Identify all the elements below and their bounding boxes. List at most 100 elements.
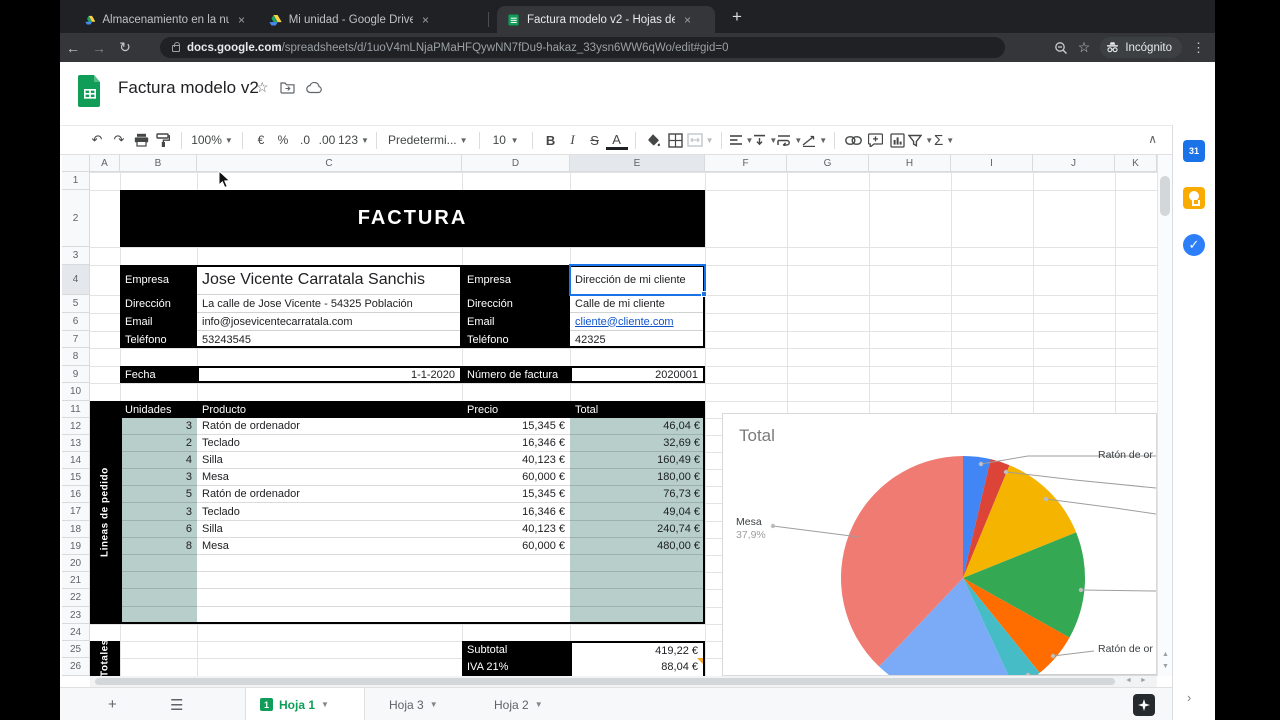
browser-tab[interactable]: Almacenamiento en la nube pa ×	[75, 6, 253, 33]
text-color-icon[interactable]: A	[605, 132, 628, 150]
row-header-10[interactable]: 10	[62, 383, 90, 401]
row-header-7[interactable]: 7	[62, 331, 90, 348]
row-header-20[interactable]: 20	[62, 555, 90, 572]
url-bar[interactable]: docs.google.com/spreadsheets/d/1uoV4mLNj…	[160, 37, 1005, 58]
total-value[interactable]: 419,22 €	[570, 641, 705, 658]
sheet-tab-menu-icon[interactable]: ▼	[430, 700, 438, 709]
item-total[interactable]: 240,74 €	[570, 521, 705, 538]
item-unidades[interactable]	[120, 572, 197, 589]
sheet-tab-menu-icon[interactable]: ▼	[535, 700, 543, 709]
text-wrap-icon[interactable]: ▼	[777, 128, 802, 152]
item-precio[interactable]: 60,000 €	[462, 469, 570, 486]
undo-icon[interactable]: ↶	[86, 128, 108, 152]
fecha-value[interactable]: 1-1-2020	[197, 366, 462, 383]
col-header-H[interactable]: H	[869, 155, 951, 172]
browser-tab[interactable]: Factura modelo v2 - Hojas de c ×	[497, 6, 715, 33]
row-header-6[interactable]: 6	[62, 313, 90, 331]
row-header-16[interactable]: 16	[62, 486, 90, 503]
item-precio[interactable]: 15,345 €	[462, 418, 570, 435]
fill-color-icon[interactable]	[643, 128, 665, 152]
close-tab-icon[interactable]: ×	[684, 13, 691, 27]
item-total[interactable]: 480,00 €	[570, 538, 705, 555]
item-total[interactable]	[570, 589, 705, 607]
item-unidades[interactable]	[120, 589, 197, 607]
item-precio[interactable]: 16,346 €	[462, 503, 570, 521]
insert-chart-icon[interactable]	[886, 128, 908, 152]
item-unidades[interactable]: 3	[120, 418, 197, 435]
forward-icon[interactable]: →	[86, 40, 112, 56]
item-unidades[interactable]	[120, 555, 197, 572]
item-unidades[interactable]: 3	[120, 469, 197, 486]
row-header-21[interactable]: 21	[62, 572, 90, 589]
item-producto[interactable]	[197, 589, 462, 607]
zoom-select[interactable]: 100% ▼	[189, 128, 235, 152]
borders-icon[interactable]	[665, 128, 687, 152]
grid-corner[interactable]	[62, 155, 90, 172]
col-header-F[interactable]: F	[705, 155, 787, 172]
reload-icon[interactable]: ↻	[112, 39, 138, 56]
doc-title[interactable]: Factura modelo v2	[118, 78, 259, 98]
item-unidades[interactable]: 3	[120, 503, 197, 521]
col-header-D[interactable]: D	[462, 155, 570, 172]
item-total[interactable]: 49,04 €	[570, 503, 705, 521]
row-header-19[interactable]: 19	[62, 538, 90, 555]
row-header-12[interactable]: 12	[62, 418, 90, 435]
total-value[interactable]: 88,04 €	[570, 658, 705, 676]
insert-comment-icon[interactable]	[864, 128, 886, 152]
sheet-tab-menu-icon[interactable]: ▼	[321, 700, 329, 709]
item-producto[interactable]	[197, 572, 462, 589]
item-producto[interactable]: Silla	[197, 521, 462, 538]
seller-value[interactable]: La calle de Jose Vicente - 54325 Poblaci…	[197, 295, 462, 313]
item-total[interactable]: 180,00 €	[570, 469, 705, 486]
item-unidades[interactable]: 5	[120, 486, 197, 503]
all-sheets-icon[interactable]: ☰	[170, 696, 183, 714]
item-producto[interactable]: Silla	[197, 452, 462, 469]
row-header-8[interactable]: 8	[62, 348, 90, 366]
item-precio[interactable]: 60,000 €	[462, 538, 570, 555]
row-header-17[interactable]: 17	[62, 503, 90, 521]
client-value[interactable]: cliente@cliente.com	[570, 313, 705, 331]
item-producto[interactable]: Mesa	[197, 538, 462, 555]
item-total[interactable]: 46,04 €	[570, 418, 705, 435]
col-header-A[interactable]: A	[90, 155, 120, 172]
back-icon[interactable]: ←	[60, 40, 86, 56]
seller-value[interactable]: 53243545	[197, 331, 462, 348]
text-rotation-icon[interactable]: ▼	[802, 128, 827, 152]
paint-format-icon[interactable]	[152, 128, 174, 152]
format-currency-icon[interactable]: €	[250, 128, 272, 152]
selection-fill-handle[interactable]	[701, 291, 707, 297]
sheet-tab-hoja2[interactable]: Hoja 2 ▼	[480, 688, 575, 720]
embedded-chart[interactable]: Total Ratón de or Ratón de or Mesa 37,9%	[722, 413, 1157, 676]
row-header-18[interactable]: 18	[62, 521, 90, 538]
item-unidades[interactable]: 6	[120, 521, 197, 538]
item-unidades[interactable]: 2	[120, 435, 197, 452]
bookmark-star-icon[interactable]: ☆	[1078, 39, 1091, 56]
col-header-J[interactable]: J	[1033, 155, 1115, 172]
item-unidades[interactable]: 8	[120, 538, 197, 555]
row-header-26[interactable]: 26	[62, 658, 90, 676]
horizontal-align-icon[interactable]: ▼	[729, 128, 753, 152]
zoom-out-icon[interactable]	[1054, 41, 1068, 55]
item-producto[interactable]	[197, 555, 462, 572]
scroll-down-icon[interactable]: ▼	[1162, 663, 1169, 670]
item-precio[interactable]: 40,123 €	[462, 452, 570, 469]
increase-decimals-icon[interactable]: .00	[316, 128, 338, 152]
sheet-tab-hoja3[interactable]: Hoja 3 ▼	[375, 688, 470, 720]
item-precio[interactable]	[462, 555, 570, 572]
horizontal-scrollbar[interactable]: ◄►	[90, 676, 1157, 687]
print-icon[interactable]	[130, 128, 152, 152]
format-percent-icon[interactable]: %	[272, 128, 294, 152]
close-tab-icon[interactable]: ×	[238, 13, 245, 27]
item-precio[interactable]: 40,123 €	[462, 521, 570, 538]
item-total[interactable]: 32,69 €	[570, 435, 705, 452]
functions-icon[interactable]: Σ ▼	[933, 128, 955, 152]
item-total[interactable]	[570, 555, 705, 572]
seller-value[interactable]: info@josevicentecarratala.com	[197, 313, 462, 331]
row-header-23[interactable]: 23	[62, 607, 90, 624]
italic-icon[interactable]: I	[562, 128, 584, 152]
item-total[interactable]: 160,49 €	[570, 452, 705, 469]
item-total[interactable]	[570, 607, 705, 624]
item-producto[interactable]: Teclado	[197, 503, 462, 521]
seller-value[interactable]: Jose Vicente Carratala Sanchis	[197, 265, 462, 295]
item-precio[interactable]	[462, 589, 570, 607]
